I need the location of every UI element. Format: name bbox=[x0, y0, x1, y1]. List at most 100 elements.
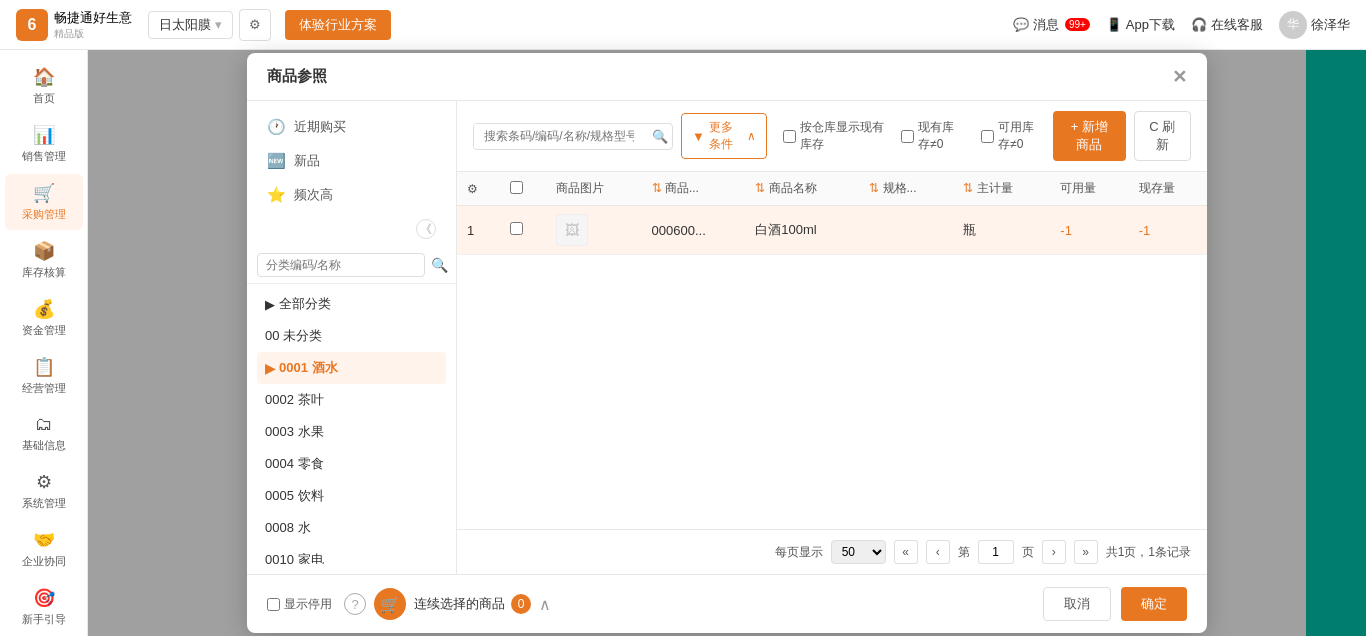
sidebar-item-basic-info[interactable]: 🗂 基础信息 bbox=[5, 406, 83, 461]
new-icon: 🆕 bbox=[267, 152, 286, 170]
purchase-icon: 🛒 bbox=[33, 182, 55, 204]
table-row[interactable]: 1 🖼 000600... 白酒100ml bbox=[457, 206, 1207, 255]
product-reference-modal: 商品参照 ✕ 🕐 近期购买 🆕 bbox=[247, 53, 1207, 633]
guide-icon: 🎯 bbox=[33, 587, 55, 609]
first-page-button[interactable]: « bbox=[894, 540, 918, 564]
confirm-button[interactable]: 确定 bbox=[1121, 587, 1187, 621]
category-0010[interactable]: 0010 家电 bbox=[257, 544, 446, 564]
message-button[interactable]: 💬 消息 99+ bbox=[1013, 16, 1090, 34]
category-0008[interactable]: 0008 水 bbox=[257, 512, 446, 544]
sort-icon-code[interactable]: ⇅ bbox=[652, 181, 662, 195]
display-disabled-checkbox-label[interactable]: 显示停用 bbox=[267, 596, 332, 613]
display-disabled-checkbox[interactable] bbox=[267, 598, 280, 611]
row-checkbox[interactable] bbox=[510, 222, 523, 235]
select-all-checkbox[interactable] bbox=[510, 181, 523, 194]
modal-footer: 显示停用 ? 🛒 连续选择的商品 0 ∧ 取消 bbox=[247, 574, 1207, 633]
product-table: ⚙ 商品图片 ⇅ 商品... ⇅ bbox=[457, 172, 1207, 255]
settings-icon[interactable]: ⚙ bbox=[467, 182, 478, 196]
category-search-input[interactable] bbox=[257, 253, 425, 277]
sidebar-item-inventory[interactable]: 📦 库存核算 bbox=[5, 232, 83, 288]
tri-active-icon: ▶ bbox=[265, 361, 275, 376]
category-0005[interactable]: 0005 饮料 bbox=[257, 480, 446, 512]
category-00[interactable]: 00 未分类 bbox=[257, 320, 446, 352]
product-search-wrap: 🔍 bbox=[473, 123, 673, 150]
page-label: 第 bbox=[958, 544, 970, 561]
category-0002[interactable]: 0002 茶叶 bbox=[257, 384, 446, 416]
col-unit: ⇅ 主计量 bbox=[953, 172, 1050, 206]
sales-icon: 📊 bbox=[33, 124, 55, 146]
per-page-select[interactable]: 50 100 200 bbox=[831, 540, 886, 564]
message-icon: 💬 bbox=[1013, 17, 1029, 32]
gear-button[interactable]: ⚙ bbox=[239, 9, 271, 41]
next-page-icon: › bbox=[1052, 545, 1056, 559]
add-product-button[interactable]: + 新增商品 bbox=[1053, 111, 1125, 161]
cell-code: 000600... bbox=[642, 206, 746, 255]
modal-close-button[interactable]: ✕ bbox=[1172, 68, 1187, 86]
collapse-button[interactable]: 《 bbox=[416, 219, 436, 239]
checkbox-current-stock[interactable]: 现有库存≠0 bbox=[901, 119, 965, 153]
experience-button[interactable]: 体验行业方案 bbox=[285, 10, 391, 40]
refresh-button[interactable]: C 刷新 bbox=[1134, 111, 1191, 161]
more-filter-button[interactable]: ▼ 更多条件 ∧ bbox=[681, 113, 767, 159]
tri-icon: ▶ bbox=[265, 297, 275, 312]
sort-icon-unit[interactable]: ⇅ bbox=[963, 181, 973, 195]
col-checkbox bbox=[500, 172, 546, 206]
sidebar-item-system[interactable]: ⚙ 系统管理 bbox=[5, 463, 83, 519]
checkbox-warehouse-stock[interactable]: 按仓库显示现有库存 bbox=[783, 119, 885, 153]
sidebar-item-guide[interactable]: 🎯 新手引导 bbox=[5, 579, 83, 635]
checkbox-available-stock[interactable]: 可用库存≠0 bbox=[981, 119, 1045, 153]
collapse-selection-button[interactable]: ∧ bbox=[539, 595, 551, 614]
category-search-icon[interactable]: 🔍 bbox=[431, 257, 448, 273]
tab-frequent[interactable]: ⭐ 频次高 bbox=[257, 179, 446, 211]
user-profile[interactable]: 华 徐泽华 bbox=[1279, 11, 1350, 39]
toolbar-right: + 新增商品 C 刷新 bbox=[1053, 111, 1191, 161]
available-stock-checkbox[interactable] bbox=[981, 130, 994, 143]
col-spec: ⇅ 规格... bbox=[859, 172, 953, 206]
category-0001[interactable]: ▶ 0001 酒水 bbox=[257, 352, 446, 384]
product-search-icon[interactable]: 🔍 bbox=[644, 124, 673, 149]
sidebar-item-finance[interactable]: 💰 资金管理 bbox=[5, 290, 83, 346]
col-available: 可用量 bbox=[1050, 172, 1128, 206]
inventory-icon: 📦 bbox=[33, 240, 55, 262]
cancel-button[interactable]: 取消 bbox=[1043, 587, 1111, 621]
product-search-input[interactable] bbox=[474, 124, 644, 148]
sort-icon-spec[interactable]: ⇅ bbox=[869, 181, 879, 195]
app-download-button[interactable]: 📱 App下载 bbox=[1106, 16, 1175, 34]
sidebar-item-home[interactable]: 🏠 首页 bbox=[5, 58, 83, 114]
tab-new-products[interactable]: 🆕 新品 bbox=[257, 145, 446, 177]
filter-arrow-icon: ∧ bbox=[747, 129, 756, 143]
warehouse-stock-checkbox[interactable] bbox=[783, 130, 796, 143]
category-0004[interactable]: 0004 零食 bbox=[257, 448, 446, 480]
last-page-button[interactable]: » bbox=[1074, 540, 1098, 564]
sidebar-item-sales[interactable]: 📊 销售管理 bbox=[5, 116, 83, 172]
current-stock-checkbox[interactable] bbox=[901, 130, 914, 143]
category-list: ▶ 全部分类 00 未分类 ▶ 0001 酒水 0002 茶 bbox=[247, 288, 456, 564]
selected-count-area: 连续选择的商品 0 bbox=[414, 594, 531, 614]
page-number-input[interactable] bbox=[978, 540, 1014, 564]
category-0003[interactable]: 0003 水果 bbox=[257, 416, 446, 448]
footer-right: 取消 确定 bbox=[1043, 587, 1187, 621]
logo-text: 畅捷通好生意 精品版 bbox=[54, 9, 132, 41]
sort-icon-name[interactable]: ⇅ bbox=[755, 181, 765, 195]
category-all[interactable]: ▶ 全部分类 bbox=[257, 288, 446, 320]
prev-page-button[interactable]: ‹ bbox=[926, 540, 950, 564]
help-icon[interactable]: ? bbox=[344, 593, 366, 615]
finance-icon: 💰 bbox=[33, 298, 55, 320]
cart-button[interactable]: 🛒 bbox=[374, 588, 406, 620]
sidebar-item-operations[interactable]: 📋 经营管理 bbox=[5, 348, 83, 404]
next-page-button[interactable]: › bbox=[1042, 540, 1066, 564]
tab-recent-purchase[interactable]: 🕐 近期购买 bbox=[257, 111, 446, 143]
sidebar-item-collab[interactable]: 🤝 企业协同 bbox=[5, 521, 83, 577]
star-icon: ⭐ bbox=[267, 186, 286, 204]
modal-body: 🕐 近期购买 🆕 新品 ⭐ 频次高 bbox=[247, 101, 1207, 574]
sidebar-item-purchase[interactable]: 🛒 采购管理 bbox=[5, 174, 83, 230]
home-icon: 🏠 bbox=[33, 66, 55, 88]
service-button[interactable]: 🎧 在线客服 bbox=[1191, 16, 1263, 34]
image-icon: 🖼 bbox=[565, 222, 579, 238]
info-icon: 🗂 bbox=[35, 414, 53, 435]
cell-checkbox bbox=[500, 206, 546, 255]
modal-overlay: 商品参照 ✕ 🕐 近期购买 🆕 bbox=[88, 50, 1366, 636]
store-selector[interactable]: 日太阳膜 ▾ bbox=[148, 11, 233, 39]
cell-spec bbox=[859, 206, 953, 255]
product-thumbnail: 🖼 bbox=[556, 214, 588, 246]
